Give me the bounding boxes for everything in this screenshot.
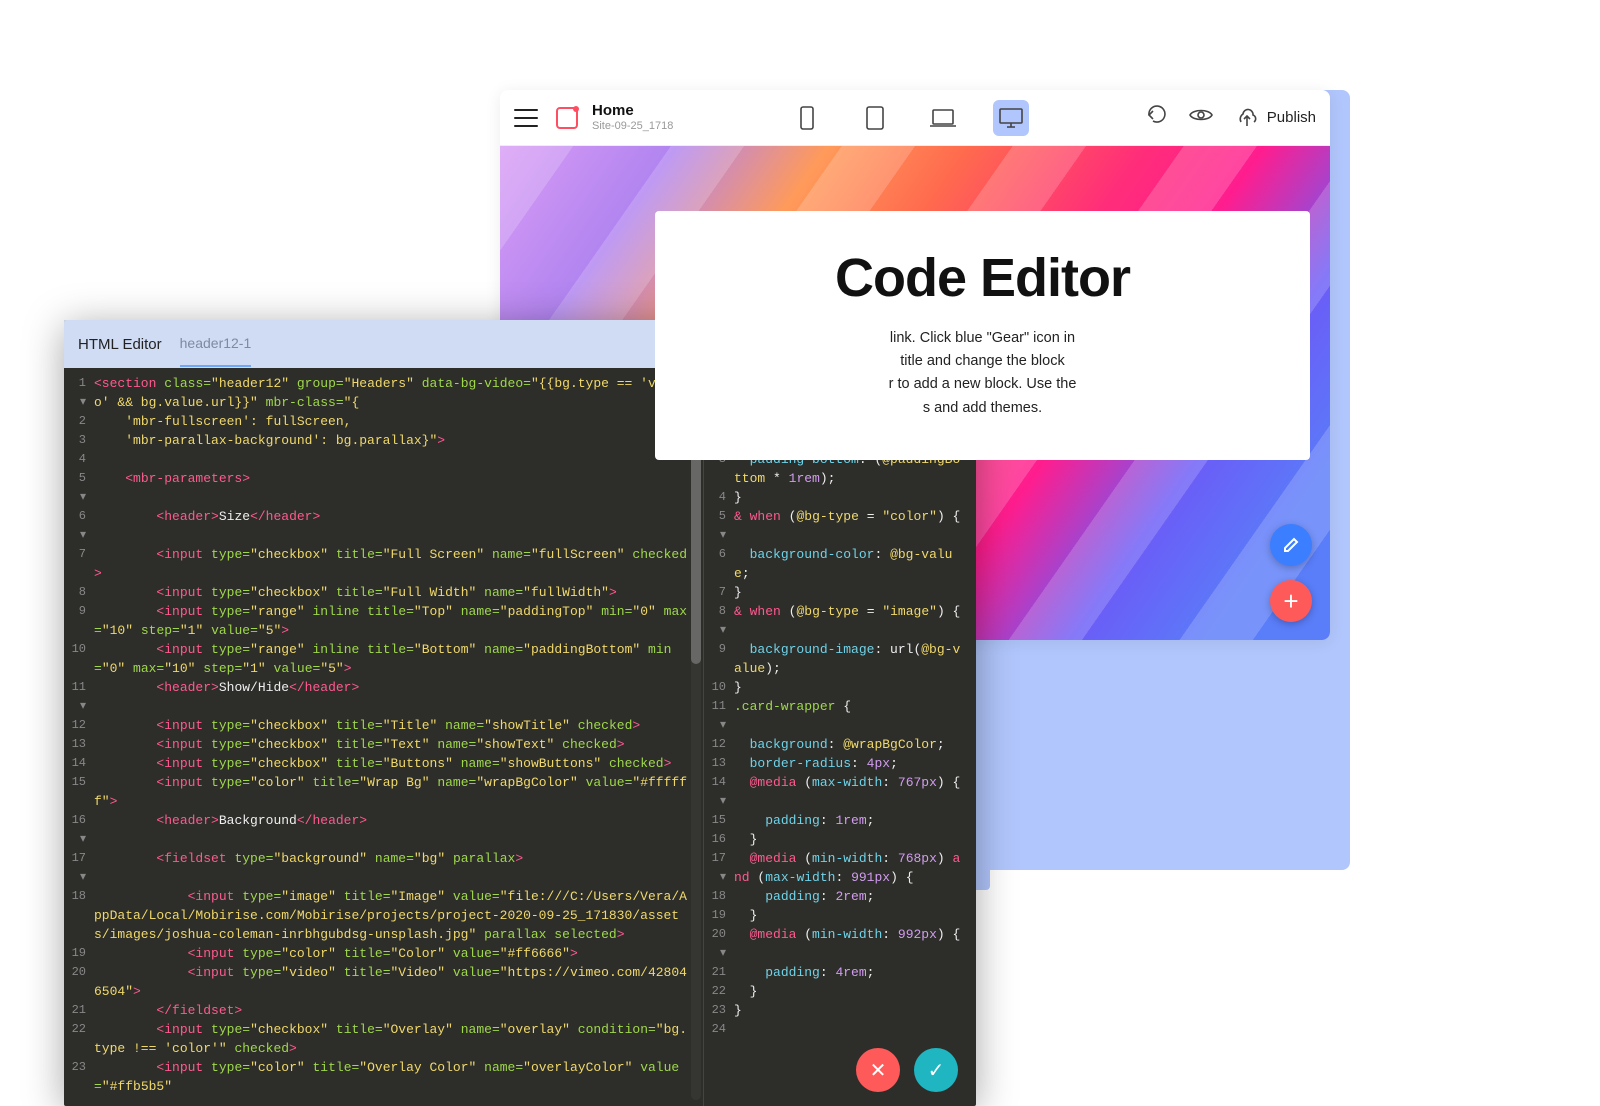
code-line[interactable]: 3 'mbr-parallax-background': bg.parallax… <box>64 431 703 450</box>
publish-button[interactable]: Publish <box>1235 108 1316 128</box>
device-switcher <box>673 100 1144 136</box>
app-logo-icon[interactable] <box>556 107 578 129</box>
code-line[interactable]: 11 ▾.card-wrapper { <box>704 697 976 735</box>
topbar: Home Site-09-25_1718 Publish <box>500 90 1330 146</box>
menu-icon[interactable] <box>514 109 538 127</box>
device-phone[interactable] <box>789 100 825 136</box>
code-line[interactable]: 14 ▾ @media (max-width: 767px) { <box>704 773 976 811</box>
confirm-row: ✕ ✓ <box>856 1048 958 1092</box>
confirm-button[interactable]: ✓ <box>914 1048 958 1092</box>
code-line[interactable]: 7} <box>704 583 976 602</box>
publish-label: Publish <box>1267 109 1316 126</box>
code-line[interactable]: 18 padding: 2rem; <box>704 887 976 906</box>
device-tablet[interactable] <box>857 100 893 136</box>
undo-icon[interactable] <box>1145 105 1167 130</box>
code-line[interactable]: 6 ▾ <header>Size</header> <box>64 507 703 545</box>
code-line[interactable]: 16 } <box>704 830 976 849</box>
code-line[interactable]: 17 ▾ @media (min-width: 768px) and (max-… <box>704 849 976 887</box>
code-line[interactable]: 8 ▾& when (@bg-type = "image") { <box>704 602 976 640</box>
content-card[interactable]: Code Editor link. Click blue "Gear" icon… <box>655 211 1310 460</box>
code-line[interactable]: 20 ▾ @media (min-width: 992px) { <box>704 925 976 963</box>
code-line[interactable]: 12 background: @wrapBgColor; <box>704 735 976 754</box>
code-line[interactable]: 2 'mbr-fullscreen': fullScreen, <box>64 412 703 431</box>
html-editor-header: HTML Editor header12-1 <box>64 320 703 368</box>
html-editor-title: HTML Editor <box>78 336 162 353</box>
code-line[interactable]: 11 ▾ <header>Show/Hide</header> <box>64 678 703 716</box>
add-fab[interactable]: + <box>1270 580 1312 622</box>
code-line[interactable]: 12 <input type="checkbox" title="Title" … <box>64 716 703 735</box>
page-titles: Home Site-09-25_1718 <box>592 102 673 133</box>
code-line[interactable]: 24 <box>704 1020 976 1039</box>
device-laptop[interactable] <box>925 100 961 136</box>
device-desktop[interactable] <box>993 100 1029 136</box>
code-line[interactable]: 10 <input type="range" inline title="Bot… <box>64 640 703 678</box>
html-scrollbar[interactable] <box>691 374 701 1100</box>
code-line[interactable]: 9 <input type="range" inline title="Top"… <box>64 602 703 640</box>
html-editor-pane: HTML Editor header12-1 1 ▾<section class… <box>64 320 704 1106</box>
code-line[interactable]: 22 } <box>704 982 976 1001</box>
code-line[interactable]: 6 background-color: @bg-value; <box>704 545 976 583</box>
code-line[interactable]: 15 <input type="color" title="Wrap Bg" n… <box>64 773 703 811</box>
code-line[interactable]: 8 <input type="checkbox" title="Full Wid… <box>64 583 703 602</box>
edit-fab[interactable] <box>1270 524 1312 566</box>
code-line[interactable]: 23} <box>704 1001 976 1020</box>
code-line[interactable]: 9 background-image: url(@bg-value); <box>704 640 976 678</box>
css-code-body[interactable]: 1 ▾& when not (@fullScreen) {2 padding-t… <box>704 368 976 1106</box>
code-line[interactable]: 20 <input type="video" title="Video" val… <box>64 963 703 1001</box>
fab-stack: + <box>1270 524 1312 622</box>
code-line[interactable]: 19 } <box>704 906 976 925</box>
code-line[interactable]: 10} <box>704 678 976 697</box>
code-line[interactable]: 15 padding: 1rem; <box>704 811 976 830</box>
html-editor-subtitle[interactable]: header12-1 <box>180 335 252 367</box>
site-name: Site-09-25_1718 <box>592 120 673 133</box>
code-line[interactable]: 23 <input type="color" title="Overlay Co… <box>64 1058 703 1096</box>
code-line[interactable]: 21 </fieldset> <box>64 1001 703 1020</box>
top-actions: Publish <box>1145 105 1316 130</box>
card-title: Code Editor <box>695 247 1270 309</box>
cancel-button[interactable]: ✕ <box>856 1048 900 1092</box>
code-line[interactable]: 18 <input type="image" title="Image" val… <box>64 887 703 944</box>
code-line[interactable]: 4 <box>64 450 703 469</box>
code-line[interactable]: 19 <input type="color" title="Color" val… <box>64 944 703 963</box>
code-line[interactable]: 4} <box>704 488 976 507</box>
preview-icon[interactable] <box>1189 106 1213 129</box>
code-line[interactable]: 14 <input type="checkbox" title="Buttons… <box>64 754 703 773</box>
code-line[interactable]: 5 ▾ <mbr-parameters> <box>64 469 703 507</box>
html-code-body[interactable]: 1 ▾<section class="header12" group="Head… <box>64 368 703 1106</box>
page-name: Home <box>592 102 673 120</box>
code-line[interactable]: 7 <input type="checkbox" title="Full Scr… <box>64 545 703 583</box>
code-line[interactable]: 17 ▾ <fieldset type="background" name="b… <box>64 849 703 887</box>
code-line[interactable]: 22 <input type="checkbox" title="Overlay… <box>64 1020 703 1058</box>
card-text: link. Click blue "Gear" icon in title an… <box>695 327 1270 420</box>
code-line[interactable]: 13 <input type="checkbox" title="Text" n… <box>64 735 703 754</box>
code-line[interactable]: 16 ▾ <header>Background</header> <box>64 811 703 849</box>
code-line[interactable]: 13 border-radius: 4px; <box>704 754 976 773</box>
code-line[interactable]: 21 padding: 4rem; <box>704 963 976 982</box>
code-line[interactable]: 5 ▾& when (@bg-type = "color") { <box>704 507 976 545</box>
code-line[interactable]: 1 ▾<section class="header12" group="Head… <box>64 374 703 412</box>
